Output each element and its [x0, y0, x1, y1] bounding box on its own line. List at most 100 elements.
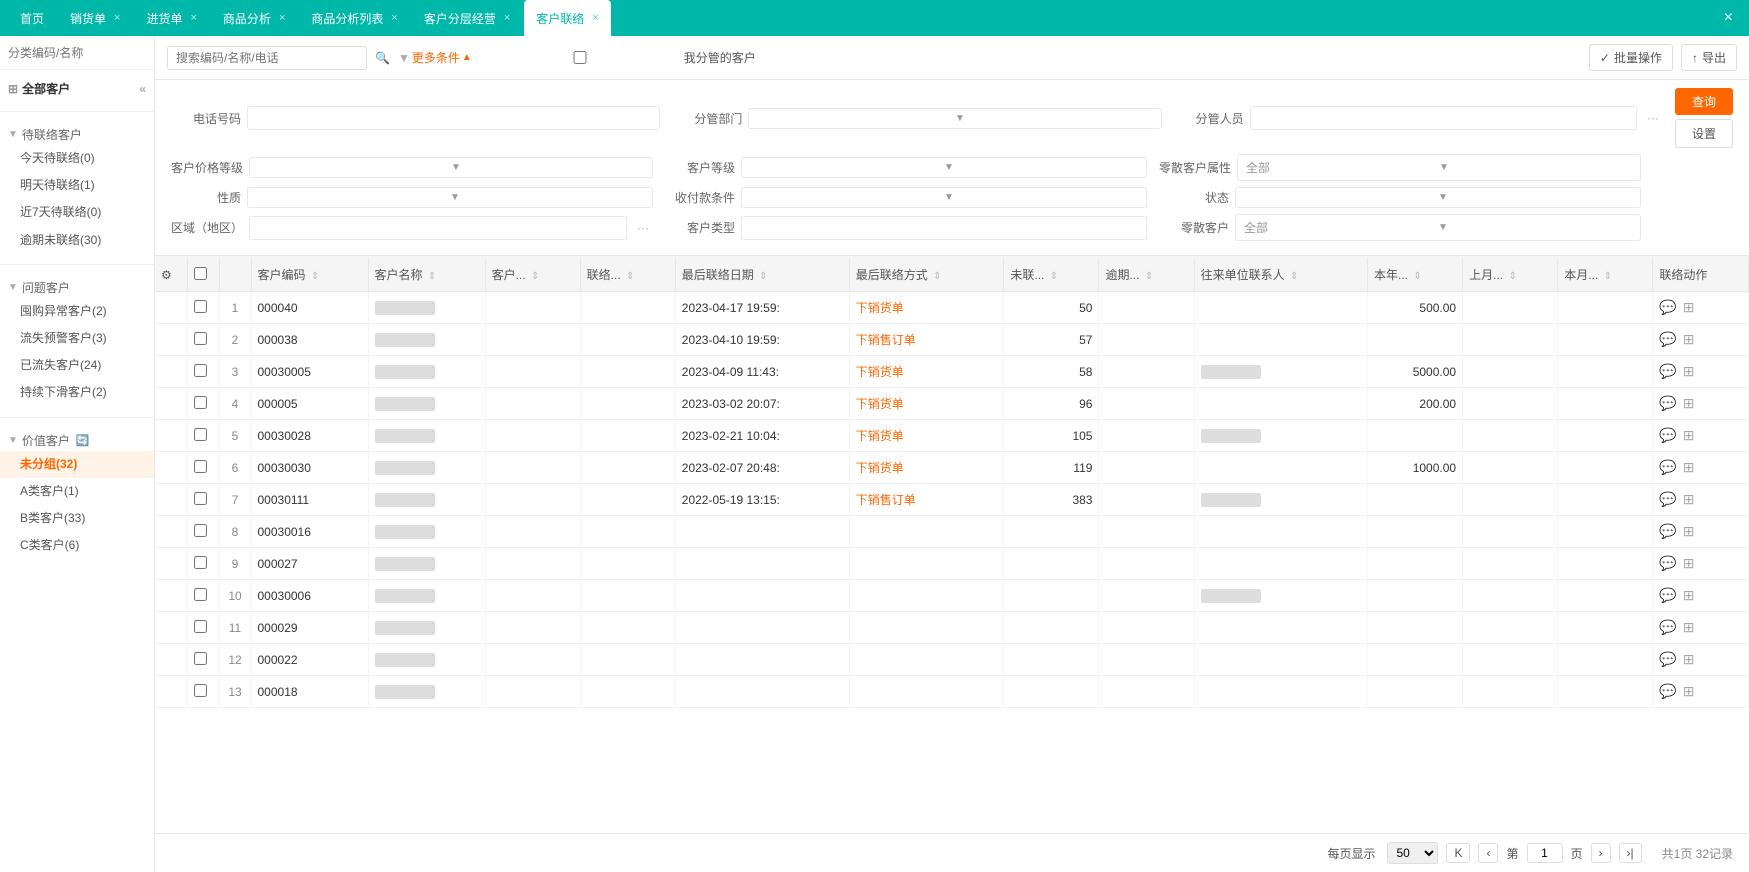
method-link[interactable]: 下销售订单	[856, 333, 916, 347]
window-close-button[interactable]: ×	[1716, 9, 1741, 27]
row-checkbox[interactable]	[194, 492, 207, 505]
grid-action-icon[interactable]: ⊞	[1683, 683, 1695, 700]
method-link[interactable]: 下销售订单	[856, 493, 916, 507]
my-customers-checkbox-wrap[interactable]: 我分管的客户	[480, 49, 756, 66]
last-method-cell[interactable]: 下销货单	[849, 356, 1004, 388]
tab-product-analysis[interactable]: 商品分析 ×	[211, 0, 297, 36]
chat-action-icon[interactable]: 💬	[1659, 651, 1676, 668]
row-checkbox[interactable]	[194, 684, 207, 697]
chat-action-icon[interactable]: 💬	[1659, 491, 1676, 508]
page-size-select[interactable]: 50 10 20 100	[1387, 842, 1438, 864]
method-link[interactable]: 下销货单	[856, 301, 904, 315]
checkbox-col-header[interactable]	[187, 258, 219, 292]
customer-tier-select[interactable]: ▼	[741, 157, 1147, 178]
value-header[interactable]: ▼ 价值客户 🔄	[0, 428, 154, 451]
status-select[interactable]: ▼	[1235, 187, 1641, 208]
dept-select[interactable]: ▼	[748, 108, 1161, 129]
sidebar-item-abnormal[interactable]: 囤购异常客户(2)	[0, 298, 154, 325]
export-button[interactable]: ↑ 导出	[1681, 44, 1737, 71]
last-method-cell[interactable]: 下销货单	[849, 388, 1004, 420]
checkbox-cell[interactable]	[187, 580, 219, 612]
sidebar-item-ungrouped[interactable]: 未分组(32)	[0, 451, 154, 478]
sidebar-item-declining[interactable]: 持续下滑客户(2)	[0, 379, 154, 406]
grid-action-icon[interactable]: ⊞	[1683, 619, 1695, 636]
chat-action-icon[interactable]: 💬	[1659, 427, 1676, 444]
region-input[interactable]	[249, 216, 627, 240]
last-date-col-header[interactable]: 最后联络日期 ⇕	[675, 258, 849, 292]
code-col-header[interactable]: 客户编码 ⇕	[251, 258, 368, 292]
checkbox-cell[interactable]	[187, 356, 219, 388]
sparse-attr-select[interactable]: 全部 ▼	[1237, 154, 1641, 181]
last-method-cell[interactable]: 下销售订单	[849, 484, 1004, 516]
first-page-button[interactable]: K	[1446, 843, 1470, 863]
grid-action-icon[interactable]: ⊞	[1683, 491, 1695, 508]
grid-action-icon[interactable]: ⊞	[1683, 331, 1695, 348]
page-number-input[interactable]	[1527, 843, 1563, 863]
purchase-tab-close[interactable]: ×	[190, 12, 196, 24]
search-input[interactable]	[167, 46, 367, 70]
chat-action-icon[interactable]: 💬	[1659, 587, 1676, 604]
sidebar-search-input[interactable]	[8, 46, 155, 60]
region-dots-button[interactable]: ···	[633, 221, 653, 235]
checkbox-cell[interactable]	[187, 644, 219, 676]
tab-home[interactable]: 首页	[8, 0, 56, 36]
customer-type-input[interactable]	[741, 216, 1147, 240]
customer-tier-tab-close[interactable]: ×	[504, 12, 510, 24]
grid-action-icon[interactable]: ⊞	[1683, 587, 1695, 604]
row-checkbox[interactable]	[194, 556, 207, 569]
manager-dots-button[interactable]: ···	[1643, 111, 1663, 125]
grid-action-icon[interactable]: ⊞	[1683, 363, 1695, 380]
tab-purchase[interactable]: 进货单 ×	[134, 0, 208, 36]
price-tier-select[interactable]: ▼	[249, 157, 653, 178]
this-year-col-header[interactable]: 本年... ⇕	[1367, 258, 1462, 292]
chat-action-icon[interactable]: 💬	[1659, 395, 1676, 412]
row-checkbox[interactable]	[194, 364, 207, 377]
name-col-header[interactable]: 客户名称 ⇕	[368, 258, 485, 292]
contact-col-header[interactable]: 联络... ⇕	[580, 258, 675, 292]
product-analysis-list-tab-close[interactable]: ×	[391, 12, 397, 24]
checkbox-cell[interactable]	[187, 612, 219, 644]
grid-action-icon[interactable]: ⊞	[1683, 555, 1695, 572]
batch-operation-button[interactable]: ✓ 批量操作	[1589, 44, 1673, 71]
more-conditions-button[interactable]: ▼ 更多条件 ▲	[398, 49, 472, 66]
row-checkbox[interactable]	[194, 524, 207, 537]
row-checkbox[interactable]	[194, 332, 207, 345]
row-checkbox[interactable]	[194, 620, 207, 633]
checkbox-cell[interactable]	[187, 676, 219, 708]
payment-select[interactable]: ▼	[741, 187, 1147, 208]
grid-action-icon[interactable]: ⊞	[1683, 651, 1695, 668]
grid-action-icon[interactable]: ⊞	[1683, 459, 1695, 476]
chat-action-icon[interactable]: 💬	[1659, 555, 1676, 572]
grid-action-icon[interactable]: ⊞	[1683, 427, 1695, 444]
sidebar-item-tomorrow-pending[interactable]: 明天待联络(1)	[0, 172, 154, 199]
row-checkbox[interactable]	[194, 428, 207, 441]
settings-col-header[interactable]: ⚙	[155, 258, 187, 292]
select-all-checkbox[interactable]	[194, 267, 207, 280]
tab-product-analysis-list[interactable]: 商品分析列表 ×	[299, 0, 409, 36]
next-page-button[interactable]: ›	[1591, 843, 1611, 863]
my-customers-checkbox[interactable]	[480, 51, 680, 64]
manager-input[interactable]	[1250, 106, 1637, 130]
checkbox-cell[interactable]	[187, 420, 219, 452]
row-checkbox[interactable]	[194, 652, 207, 665]
row-checkbox[interactable]	[194, 300, 207, 313]
nature-select[interactable]: ▼	[247, 187, 653, 208]
grid-action-icon[interactable]: ⊞	[1683, 395, 1695, 412]
sidebar-item-churned[interactable]: 已流失客户(24)	[0, 352, 154, 379]
sales-tab-close[interactable]: ×	[114, 12, 120, 24]
reset-button[interactable]: 设置	[1675, 119, 1733, 148]
customer-contact-tab-close[interactable]: ×	[592, 12, 598, 24]
no-contact-col-header[interactable]: 未联... ⇕	[1004, 258, 1099, 292]
checkbox-cell[interactable]	[187, 452, 219, 484]
last-method-cell[interactable]: 下销货单	[849, 292, 1004, 324]
chat-action-icon[interactable]: 💬	[1659, 363, 1676, 380]
type-col-header[interactable]: 客户... ⇕	[485, 258, 580, 292]
checkbox-cell[interactable]	[187, 548, 219, 580]
chat-action-icon[interactable]: 💬	[1659, 459, 1676, 476]
chat-action-icon[interactable]: 💬	[1659, 299, 1676, 316]
sidebar-item-churn-warning[interactable]: 流失预警客户(3)	[0, 325, 154, 352]
product-analysis-tab-close[interactable]: ×	[279, 12, 285, 24]
row-checkbox[interactable]	[194, 588, 207, 601]
last-method-cell[interactable]: 下销货单	[849, 420, 1004, 452]
method-link[interactable]: 下销货单	[856, 429, 904, 443]
